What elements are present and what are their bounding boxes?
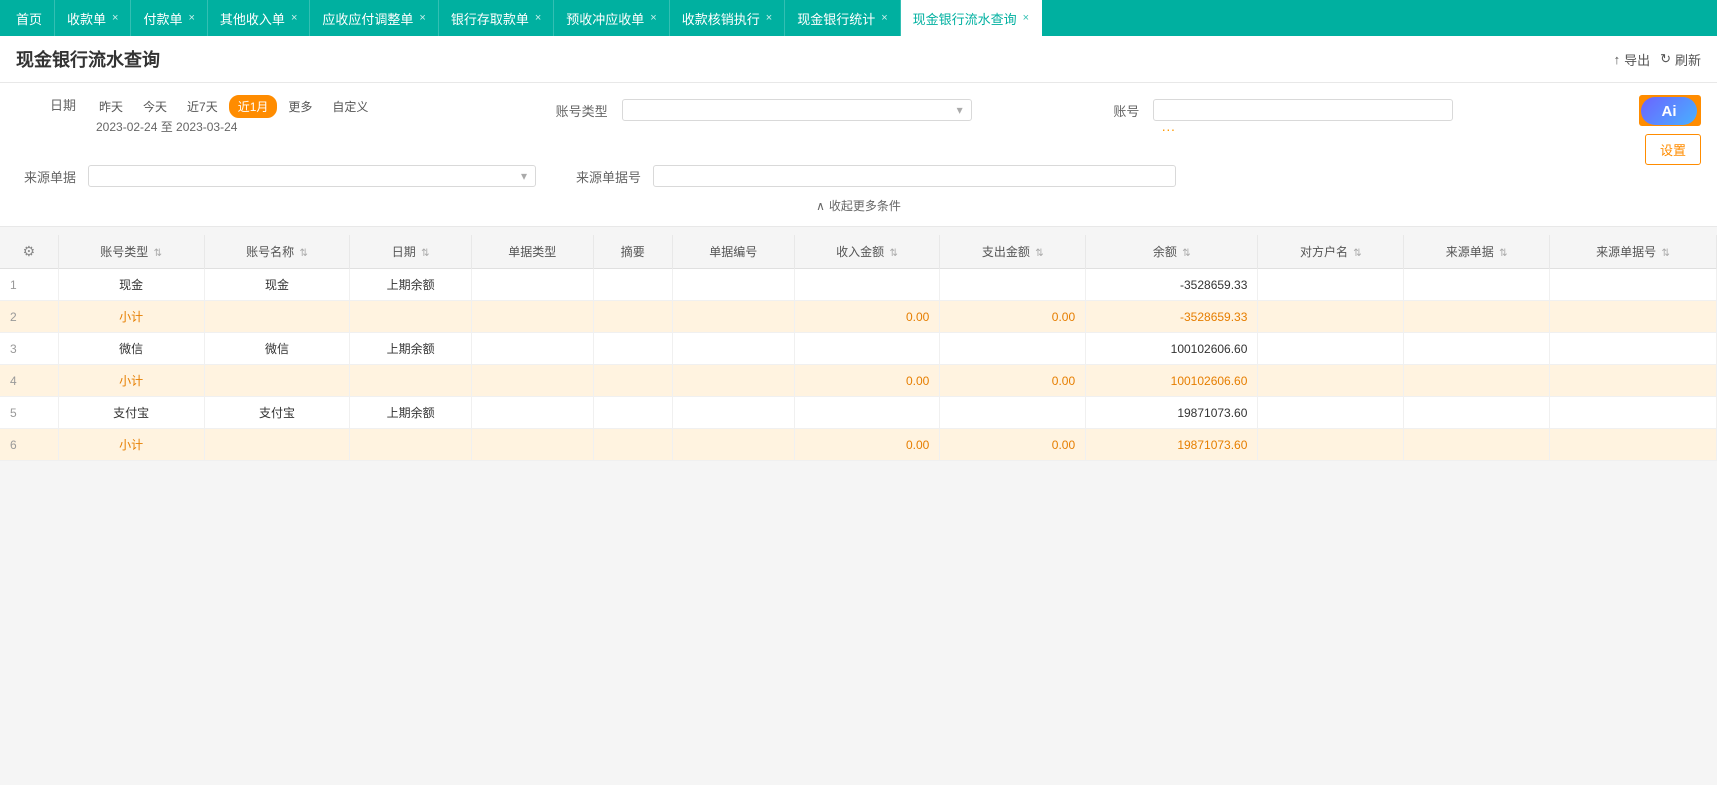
close-bank-icon[interactable]: × xyxy=(535,12,541,24)
date-1month[interactable]: 近1月 xyxy=(229,95,278,118)
nav-stats[interactable]: 现金银行统计 × xyxy=(785,0,900,36)
table-row: 2小计0.000.00-3528659.33 xyxy=(0,301,1717,333)
gear-icon[interactable]: ⚙ xyxy=(23,243,36,259)
sort-icon-source-doc: ⇅ xyxy=(1499,248,1507,259)
account-input[interactable] xyxy=(1153,99,1453,121)
page-header: 现金银行流水查询 ↑ 导出 ↻ 刷新 xyxy=(0,36,1717,83)
date-7days[interactable]: 近7天 xyxy=(178,95,227,118)
sort-icon-source-doc-no: ⇅ xyxy=(1661,248,1669,259)
col-date[interactable]: 日期 ⇅ xyxy=(350,235,472,269)
date-more[interactable]: 更多 xyxy=(279,95,321,118)
nav-flow[interactable]: 现金银行流水查询 × xyxy=(901,0,1042,36)
sort-icon-income: ⇅ xyxy=(889,248,897,259)
table-row: 6小计0.000.0019871073.60 xyxy=(0,429,1717,461)
col-expense[interactable]: 支出金额 ⇅ xyxy=(940,235,1086,269)
date-options-row: 昨天 今天 近7天 近1月 更多 自定义 xyxy=(90,95,377,118)
table-body: 1现金现金上期余额-3528659.332小计0.000.00-3528659.… xyxy=(0,269,1717,461)
col-balance[interactable]: 余额 ⇅ xyxy=(1086,235,1258,269)
col-summary: 摘要 xyxy=(593,235,672,269)
date-custom[interactable]: 自定义 xyxy=(323,95,377,118)
export-icon: ↑ xyxy=(1614,52,1621,67)
refresh-button[interactable]: ↻ 刷新 xyxy=(1660,50,1701,69)
table-row: 4小计0.000.00100102606.60 xyxy=(0,365,1717,397)
account-type-select[interactable]: ▾ xyxy=(622,99,972,121)
header-actions: ↑ 导出 ↻ 刷新 xyxy=(1614,50,1701,69)
close-payment-icon[interactable]: × xyxy=(188,12,194,24)
col-counterparty[interactable]: 对方户名 ⇅ xyxy=(1258,235,1404,269)
account-type-label: 账号类型 xyxy=(548,101,608,120)
filter-row-2: 来源单据 ▾ 来源单据号 xyxy=(16,165,1701,187)
page-title: 现金银行流水查询 xyxy=(16,46,160,72)
sort-icon-date: ⇅ xyxy=(421,248,429,259)
sort-icon-account-type: ⇅ xyxy=(154,248,162,259)
filter-row-1: 日期 昨天 今天 近7天 近1月 更多 自定义 2023-02-24 至 202… xyxy=(16,95,1701,165)
table-row: 5支付宝支付宝上期余额19871073.60 xyxy=(0,397,1717,429)
table-container: ⚙ 账号类型 ⇅ 账号名称 ⇅ 日期 ⇅ 单据类型 摘要 单据编号 收入金额 ⇅… xyxy=(0,235,1717,461)
source-doc-no-input[interactable] xyxy=(653,165,1176,187)
close-receipt-icon[interactable]: × xyxy=(112,12,118,24)
top-navigation: 首页 收款单 × 付款单 × 其他收入单 × 应收应付调整单 × 银行存取款单 … xyxy=(0,0,1717,36)
collapse-bar[interactable]: ∧ 收起更多条件 xyxy=(16,193,1701,222)
chevron-up-icon: ∧ xyxy=(816,199,825,213)
filter-area: 日期 昨天 今天 近7天 近1月 更多 自定义 2023-02-24 至 202… xyxy=(0,83,1717,227)
source-doc-label: 来源单据 xyxy=(16,167,76,186)
chevron-down-icon-2: ▾ xyxy=(521,169,527,183)
close-flow-icon[interactable]: × xyxy=(1023,12,1029,24)
nav-adjust[interactable]: 应收应付调整单 × xyxy=(310,0,438,36)
col-source-doc[interactable]: 来源单据 ⇅ xyxy=(1404,235,1550,269)
export-button[interactable]: ↑ 导出 xyxy=(1614,50,1651,69)
date-today[interactable]: 今天 xyxy=(134,95,176,118)
account-more-icon[interactable]: ··· xyxy=(1161,121,1175,137)
col-source-doc-no[interactable]: 来源单据号 ⇅ xyxy=(1550,235,1717,269)
sort-icon-account-name: ⇅ xyxy=(299,248,307,259)
close-adjust-icon[interactable]: × xyxy=(419,12,425,24)
flow-table: ⚙ 账号类型 ⇅ 账号名称 ⇅ 日期 ⇅ 单据类型 摘要 单据编号 收入金额 ⇅… xyxy=(0,235,1717,461)
source-doc-select[interactable]: ▾ xyxy=(88,165,536,187)
nav-payment[interactable]: 付款单 × xyxy=(131,0,207,36)
close-other-income-icon[interactable]: × xyxy=(291,12,297,24)
close-verify-icon[interactable]: × xyxy=(766,12,772,24)
col-account-type[interactable]: 账号类型 ⇅ xyxy=(58,235,204,269)
col-account-name[interactable]: 账号名称 ⇅ xyxy=(204,235,350,269)
table-row: 1现金现金上期余额-3528659.33 xyxy=(0,269,1717,301)
col-income[interactable]: 收入金额 ⇅ xyxy=(794,235,940,269)
nav-bank[interactable]: 银行存取款单 × xyxy=(439,0,554,36)
col-gear[interactable]: ⚙ xyxy=(0,235,58,269)
date-yesterday[interactable]: 昨天 xyxy=(90,95,132,118)
refresh-icon: ↻ xyxy=(1660,51,1671,67)
nav-other-income[interactable]: 其他收入单 × xyxy=(208,0,310,36)
nav-verify[interactable]: 收款核销执行 × xyxy=(670,0,785,36)
close-prepay-icon[interactable]: × xyxy=(650,12,656,24)
date-range-display: 2023-02-24 至 2023-03-24 xyxy=(96,118,377,135)
col-doc-no: 单据编号 xyxy=(672,235,794,269)
date-label: 日期 xyxy=(16,95,76,114)
table-header: ⚙ 账号类型 ⇅ 账号名称 ⇅ 日期 ⇅ 单据类型 摘要 单据编号 收入金额 ⇅… xyxy=(0,235,1717,269)
nav-receipt[interactable]: 收款单 × xyxy=(55,0,131,36)
table-row: 3微信微信上期余额100102606.60 xyxy=(0,333,1717,365)
source-doc-no-label: 来源单据号 xyxy=(576,167,641,186)
collapse-label: 收起更多条件 xyxy=(829,197,901,214)
sort-icon-counterparty: ⇅ xyxy=(1353,248,1361,259)
nav-prepay[interactable]: 预收冲应收单 × xyxy=(554,0,669,36)
col-doc-type: 单据类型 xyxy=(471,235,593,269)
account-label: 账号 xyxy=(1079,101,1139,120)
close-stats-icon[interactable]: × xyxy=(881,12,887,24)
nav-home[interactable]: 首页 xyxy=(4,0,55,36)
settings-button[interactable]: 设置 xyxy=(1645,134,1701,165)
chevron-down-icon: ▾ xyxy=(957,103,963,117)
sort-icon-expense: ⇅ xyxy=(1035,248,1043,259)
sort-icon-balance: ⇅ xyxy=(1182,248,1190,259)
filter-left-col: 日期 昨天 今天 近7天 近1月 更多 自定义 2023-02-24 至 202… xyxy=(16,95,548,143)
ai-badge[interactable]: Ai xyxy=(1641,97,1697,125)
